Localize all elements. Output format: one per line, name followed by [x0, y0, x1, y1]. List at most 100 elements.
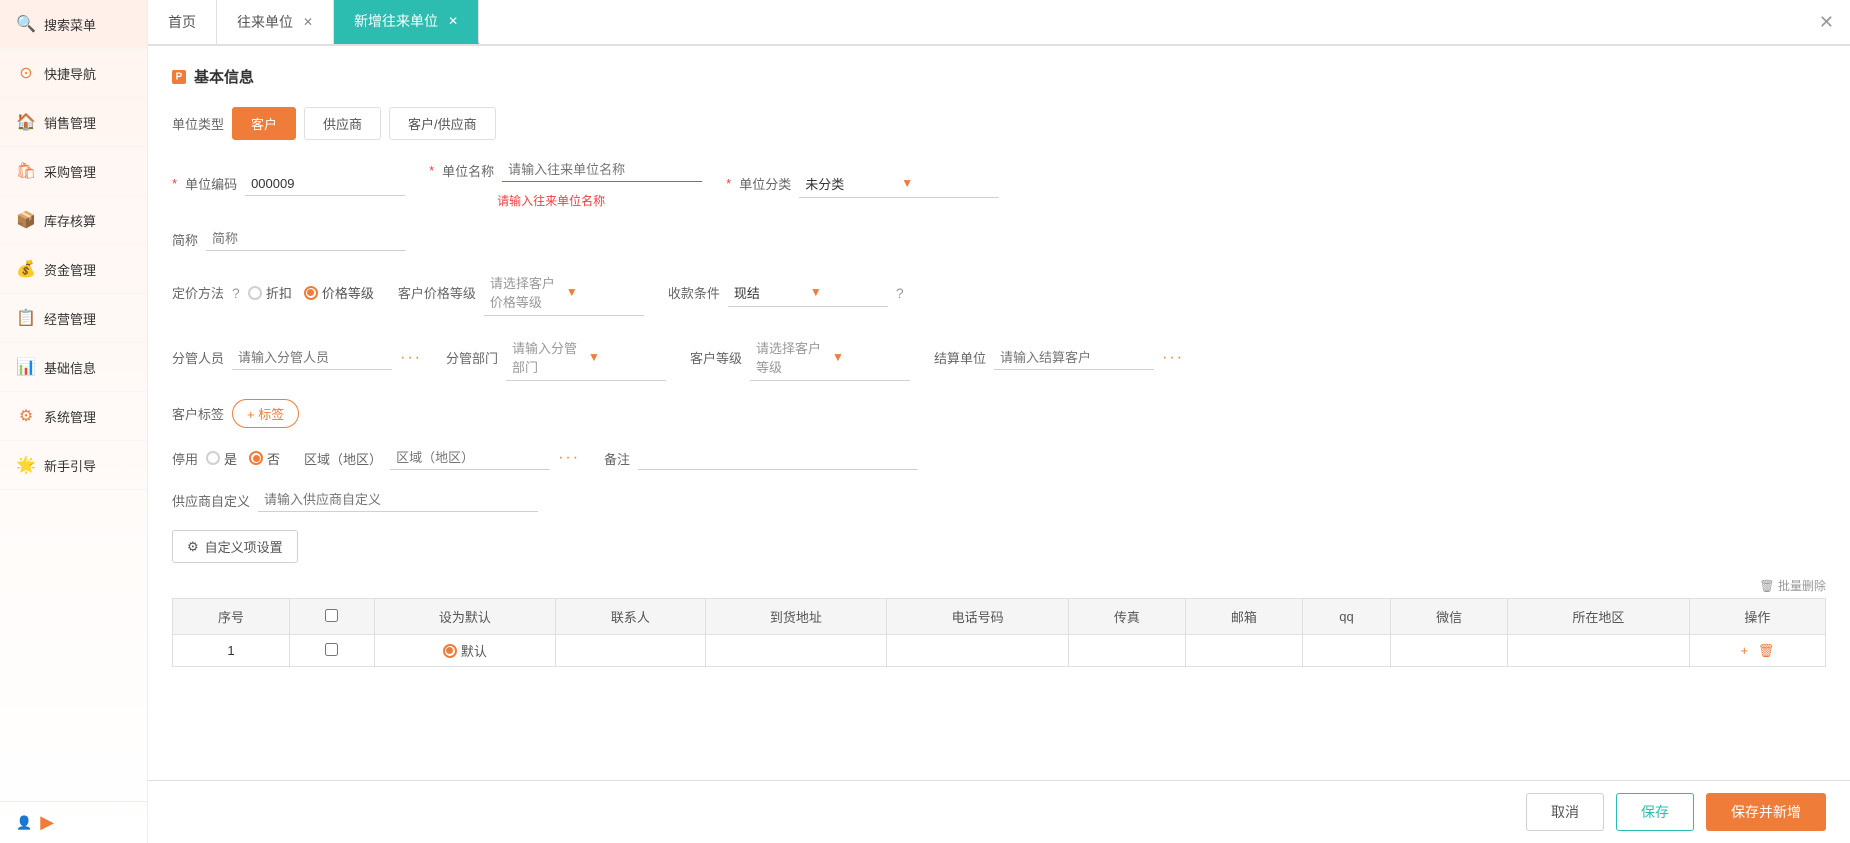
region-more-btn[interactable]: ··· — [558, 449, 580, 467]
disabled-radio-no-dot — [249, 451, 263, 465]
row-seq: 1 — [173, 635, 290, 667]
add-tag-button[interactable]: + 标签 — [232, 399, 299, 428]
save-new-button[interactable]: 保存并新增 — [1706, 793, 1826, 831]
unit-type-buttons: 客户 供应商 客户/供应商 — [232, 107, 496, 140]
unit-info-row: * 单位编码 * 单位名称 请输入往来单位名称 * 单位分类 未分类 — [172, 158, 1826, 209]
row-region — [1508, 635, 1690, 667]
system-icon: ⚙ — [16, 406, 36, 426]
pricing-radio-level-label: 价格等级 — [322, 283, 374, 302]
tab-new-partner-close[interactable]: ✕ — [448, 14, 458, 28]
cancel-button[interactable]: 取消 — [1526, 793, 1604, 831]
unit-code-input[interactable] — [245, 172, 405, 196]
sidebar-item-quicknav[interactable]: ⊙ 快捷导航 — [0, 49, 147, 98]
sidebar-item-sales[interactable]: 🏠 销售管理 — [0, 98, 147, 147]
default-radio[interactable]: 默认 — [385, 641, 546, 660]
sidebar-item-system[interactable]: ⚙ 系统管理 — [0, 392, 147, 441]
sidebar-label-newbie: 新手引导 — [44, 456, 96, 475]
basic-icon: 📊 — [16, 357, 36, 377]
row-phone — [887, 635, 1069, 667]
col-seq: 序号 — [173, 599, 290, 635]
row-qq — [1302, 635, 1390, 667]
unit-name-required: * — [429, 163, 434, 178]
supplier-custom-input[interactable] — [258, 488, 538, 512]
payment-terms-arrow: ▼ — [810, 285, 882, 299]
sidebar: 🔍 搜索菜单 ⊙ 快捷导航 🏠 销售管理 🛍 采购管理 📦 库存核算 💰 资金管… — [0, 0, 148, 843]
footer: 取消 保存 保存并新增 — [148, 780, 1850, 843]
department-select[interactable]: 请输入分管部门 ▼ — [506, 334, 666, 381]
contacts-table: 序号 设为默认 联系人 到货地址 电话号码 传真 邮箱 qq 微信 所在地区 操… — [172, 598, 1826, 667]
disabled-radio-no[interactable]: 否 — [249, 449, 280, 468]
user-icon: 👤 — [16, 815, 32, 831]
customer-level-select[interactable]: 请选择客户等级 ▼ — [750, 334, 910, 381]
settlement-unit-label: 结算单位 — [934, 348, 986, 367]
region-input[interactable] — [390, 446, 550, 470]
save-button[interactable]: 保存 — [1616, 793, 1694, 831]
quicknav-icon: ⊙ — [16, 63, 36, 83]
custom-settings-button[interactable]: ⚙ 自定义项设置 — [172, 530, 298, 563]
disabled-radio-yes[interactable]: 是 — [206, 449, 237, 468]
remark-input[interactable] — [638, 446, 918, 470]
department-label: 分管部门 — [446, 348, 498, 367]
row-email — [1185, 635, 1302, 667]
tab-partner[interactable]: 往来单位 ✕ — [217, 0, 334, 44]
pricing-radio-discount-dot — [248, 286, 262, 300]
sidebar-item-search[interactable]: 🔍 搜索菜单 — [0, 0, 147, 49]
row-checkbox[interactable] — [325, 643, 338, 656]
col-phone: 电话号码 — [887, 599, 1069, 635]
type-btn-both[interactable]: 客户/供应商 — [389, 107, 496, 140]
sidebar-label-purchase: 采购管理 — [44, 162, 96, 181]
sidebar-item-inventory[interactable]: 📦 库存核算 — [0, 196, 147, 245]
tab-home[interactable]: 首页 — [148, 0, 217, 44]
batch-delete-btn[interactable]: 🗑 批量删除 — [172, 577, 1826, 594]
type-btn-supplier[interactable]: 供应商 — [304, 107, 381, 140]
row-address — [705, 635, 887, 667]
short-name-input[interactable] — [206, 227, 406, 251]
sidebar-expand-icon: ▶ — [40, 812, 54, 833]
select-all-checkbox[interactable] — [325, 609, 338, 622]
settlement-unit-input[interactable] — [994, 346, 1154, 370]
supervisor-more-btn[interactable]: ··· — [400, 349, 422, 367]
sidebar-item-basic[interactable]: 📊 基础信息 — [0, 343, 147, 392]
department-placeholder: 请输入分管部门 — [512, 338, 584, 376]
sidebar-label-inventory: 库存核算 — [44, 211, 96, 230]
short-name-row: 简称 — [172, 227, 1826, 251]
settlement-unit-more-btn[interactable]: ··· — [1162, 349, 1184, 367]
tab-partner-close[interactable]: ✕ — [303, 15, 313, 29]
sidebar-item-newbie[interactable]: 🌟 新手引导 — [0, 441, 147, 490]
unit-name-input[interactable] — [502, 158, 702, 182]
supervisor-group: 分管人员 ··· — [172, 346, 422, 370]
sidebar-item-operation[interactable]: 📋 经营管理 — [0, 294, 147, 343]
row-delete-btn[interactable]: 🗑 — [1758, 643, 1775, 658]
sidebar-item-finance[interactable]: 💰 资金管理 — [0, 245, 147, 294]
payment-terms-help-icon[interactable]: ? — [896, 285, 904, 301]
col-qq: qq — [1302, 599, 1390, 635]
supplier-custom-group: 供应商自定义 — [172, 488, 538, 512]
sidebar-label-quicknav: 快捷导航 — [44, 64, 96, 83]
pricing-radio-discount[interactable]: 折扣 — [248, 283, 292, 302]
close-all-tabs-button[interactable]: ✕ — [1803, 12, 1850, 33]
sales-icon: 🏠 — [16, 112, 36, 132]
pricing-help-icon[interactable]: ? — [232, 285, 240, 301]
unit-category-select[interactable]: 未分类 ▼ — [799, 170, 999, 198]
sidebar-label-system: 系统管理 — [44, 407, 96, 426]
supplier-custom-label: 供应商自定义 — [172, 491, 250, 510]
row-add-btn[interactable]: + — [1741, 643, 1749, 658]
disabled-radio-group: 是 否 — [206, 449, 280, 468]
pricing-radio-group: 折扣 价格等级 — [248, 283, 374, 302]
payment-terms-select[interactable]: 现结 ▼ — [728, 279, 888, 307]
row-contact — [556, 635, 705, 667]
pricing-radio-level[interactable]: 价格等级 — [304, 283, 374, 302]
sidebar-item-purchase[interactable]: 🛍 采购管理 — [0, 147, 147, 196]
pricing-row: 定价方法 ? 折扣 价格等级 客户价格等级 请选择客户价格等级 — [172, 269, 1826, 316]
type-btn-customer[interactable]: 客户 — [232, 107, 296, 140]
supervisor-input[interactable] — [232, 346, 392, 370]
table-body: 1 默认 — [173, 635, 1826, 667]
unit-category-required: * — [726, 176, 731, 191]
unit-name-group: * 单位名称 请输入往来单位名称 — [429, 158, 702, 209]
tab-new-partner[interactable]: 新增往来单位 ✕ — [334, 0, 479, 44]
sidebar-bottom[interactable]: 👤 ▶ — [0, 801, 147, 843]
customer-price-level-select[interactable]: 请选择客户价格等级 ▼ — [484, 269, 644, 316]
col-fax: 传真 — [1068, 599, 1185, 635]
col-wechat: 微信 — [1391, 599, 1508, 635]
col-action: 操作 — [1689, 599, 1825, 635]
